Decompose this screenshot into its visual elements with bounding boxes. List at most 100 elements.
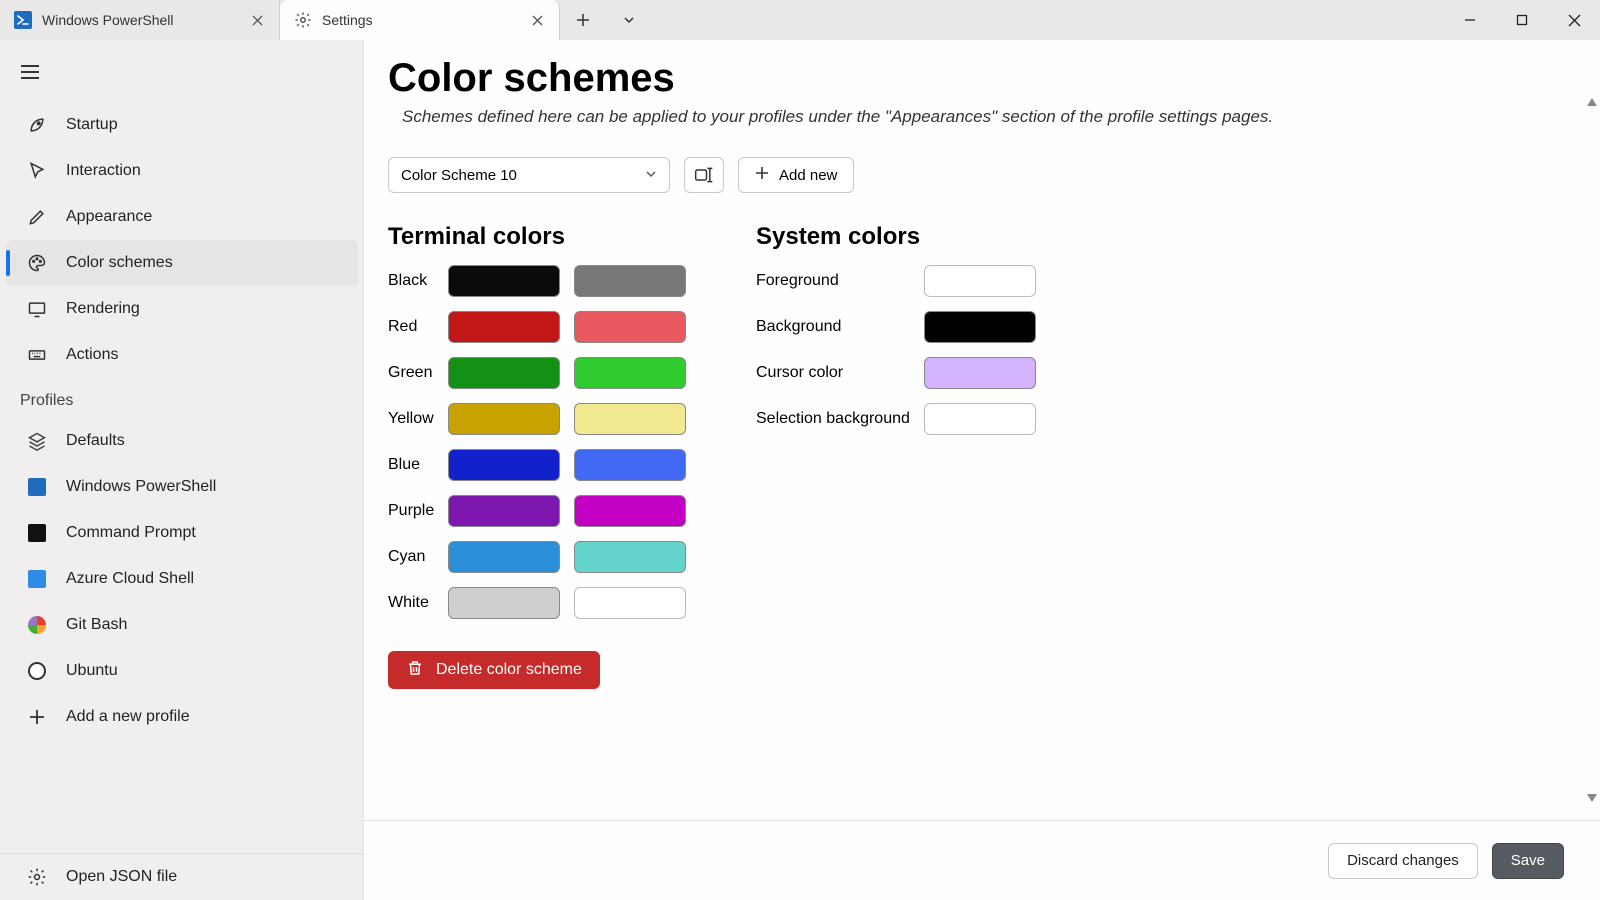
color-swatch[interactable] [448, 495, 560, 527]
sidebar-add-profile[interactable]: Add a new profile [6, 694, 358, 740]
color-swatch[interactable] [448, 265, 560, 297]
terminal-colors-section: Terminal colors Black Red Green Yellow Blue P… [388, 223, 700, 689]
close-window-button[interactable] [1548, 0, 1600, 40]
sidebar-profile-gitbash[interactable]: Git Bash [6, 602, 358, 648]
cmd-icon [26, 522, 48, 544]
button-label: Delete color scheme [436, 661, 582, 679]
save-button[interactable]: Save [1492, 843, 1564, 879]
color-swatch[interactable] [448, 541, 560, 573]
powershell-icon [26, 476, 48, 498]
sidebar-item-label: Windows PowerShell [66, 478, 216, 496]
color-label: Cyan [388, 548, 448, 566]
color-label: Cursor color [756, 364, 924, 382]
tab-dropdown-button[interactable] [606, 0, 652, 40]
color-label: Green [388, 364, 448, 382]
sidebar-profile-azure[interactable]: Azure Cloud Shell [6, 556, 358, 602]
plus-icon [755, 166, 769, 184]
monitor-icon [26, 298, 48, 320]
sidebar-profile-ubuntu[interactable]: Ubuntu [6, 648, 358, 694]
rename-button[interactable] [684, 157, 724, 193]
sidebar-item-label: Actions [66, 346, 118, 364]
color-swatch[interactable] [448, 449, 560, 481]
sidebar-item-label: Appearance [66, 208, 152, 226]
ubuntu-icon [26, 660, 48, 682]
color-label: Red [388, 318, 448, 336]
hamburger-button[interactable] [6, 48, 54, 96]
sidebar-open-json[interactable]: Open JSON file [6, 854, 358, 900]
close-icon[interactable] [529, 12, 545, 28]
color-swatch-bright[interactable] [574, 357, 686, 389]
color-row: Foreground [756, 265, 1050, 297]
color-swatch-bright[interactable] [574, 587, 686, 619]
scrollbar[interactable] [1584, 90, 1598, 810]
sidebar-profile-defaults[interactable]: Defaults [6, 418, 358, 464]
add-new-button[interactable]: Add new [738, 157, 854, 193]
color-swatch-bright[interactable] [574, 311, 686, 343]
color-label: Blue [388, 456, 448, 474]
color-swatch[interactable] [448, 357, 560, 389]
button-label: Add new [779, 167, 837, 184]
maximize-button[interactable] [1496, 0, 1548, 40]
profiles-heading: Profiles [0, 378, 364, 418]
color-swatch[interactable] [924, 311, 1036, 343]
color-row: Green [388, 357, 700, 389]
color-label: Foreground [756, 272, 924, 290]
sidebar-item-label: Defaults [66, 432, 125, 450]
powershell-icon [14, 11, 32, 29]
color-swatch[interactable] [924, 265, 1036, 297]
scheme-dropdown[interactable]: Color Scheme 10 [388, 157, 670, 193]
color-swatch-bright[interactable] [574, 403, 686, 435]
section-heading: Terminal colors [388, 223, 700, 251]
azure-icon [26, 568, 48, 590]
new-tab-button[interactable] [560, 0, 606, 40]
sidebar-item-actions[interactable]: Actions [6, 332, 358, 378]
color-swatch[interactable] [448, 403, 560, 435]
sidebar-profile-powershell[interactable]: Windows PowerShell [6, 464, 358, 510]
sidebar-item-label: Azure Cloud Shell [66, 570, 194, 588]
minimize-button[interactable] [1444, 0, 1496, 40]
color-swatch-bright[interactable] [574, 541, 686, 573]
color-swatch-bright[interactable] [574, 495, 686, 527]
sidebar-item-interaction[interactable]: Interaction [6, 148, 358, 194]
gear-icon [294, 11, 312, 29]
dropdown-value: Color Scheme 10 [401, 167, 517, 184]
titlebar: Windows PowerShell Settings [0, 0, 1600, 40]
tab-settings[interactable]: Settings [280, 0, 560, 40]
tab-label: Settings [322, 12, 373, 28]
color-swatch[interactable] [448, 587, 560, 619]
sidebar-item-appearance[interactable]: Appearance [6, 194, 358, 240]
color-row: Cyan [388, 541, 700, 573]
color-row: Yellow [388, 403, 700, 435]
color-row: Blue [388, 449, 700, 481]
color-row: Cursor color [756, 357, 1050, 389]
sidebar-item-rendering[interactable]: Rendering [6, 286, 358, 332]
sidebar-profile-cmd[interactable]: Command Prompt [6, 510, 358, 556]
palette-icon [26, 252, 48, 274]
discard-button[interactable]: Discard changes [1328, 843, 1478, 879]
sidebar-item-startup[interactable]: Startup [6, 102, 358, 148]
close-icon[interactable] [249, 12, 265, 28]
color-swatch-bright[interactable] [574, 265, 686, 297]
color-row: Red [388, 311, 700, 343]
color-swatch[interactable] [924, 357, 1036, 389]
color-swatch[interactable] [448, 311, 560, 343]
color-label: Background [756, 318, 924, 336]
footer: Discard changes Save [364, 820, 1600, 900]
color-label: Purple [388, 502, 448, 520]
color-swatch[interactable] [924, 403, 1036, 435]
tab-powershell[interactable]: Windows PowerShell [0, 0, 280, 40]
color-row: White [388, 587, 700, 619]
layers-icon [26, 430, 48, 452]
delete-scheme-button[interactable]: Delete color scheme [388, 651, 600, 689]
color-swatch-bright[interactable] [574, 449, 686, 481]
color-row: Black [388, 265, 700, 297]
page-subtitle: Schemes defined here can be applied to y… [402, 107, 1560, 127]
color-label: Yellow [388, 410, 448, 428]
content-pane: Color schemes Schemes defined here can b… [364, 40, 1600, 900]
keyboard-icon [26, 344, 48, 366]
sidebar-item-color-schemes[interactable]: Color schemes [6, 240, 358, 286]
color-row: Background [756, 311, 1050, 343]
sidebar: Startup Interaction Appearance Color sch… [0, 40, 364, 900]
plus-icon [26, 706, 48, 728]
color-row: Purple [388, 495, 700, 527]
